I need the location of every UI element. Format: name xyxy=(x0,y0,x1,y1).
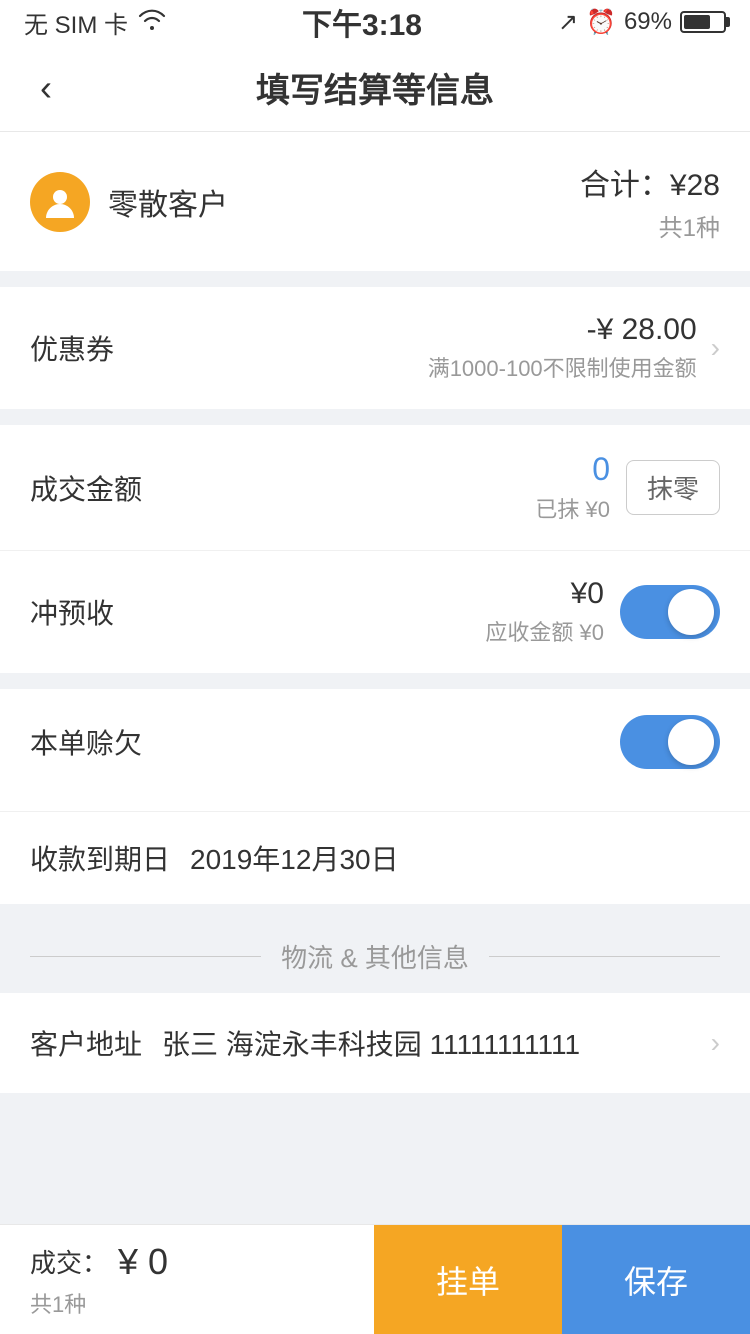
debt-label: 本单赊欠 xyxy=(30,722,142,762)
transaction-label: 成交金额 xyxy=(30,468,142,508)
wifi-icon xyxy=(138,8,166,37)
avatar xyxy=(30,172,90,232)
toggle-knob xyxy=(668,589,714,635)
content: 零散客户 合计：¥28 共1种 优惠券 -¥ 28.00 满1000-100不限… xyxy=(0,132,750,1229)
logistics-header: 物流 & 其他信息 xyxy=(0,920,750,993)
prepayment-values: ¥0 应收金额 ¥0 xyxy=(485,577,604,647)
status-bar: 无 SIM 卡 下午3:18 ↗ ⏰ 69% xyxy=(0,0,750,44)
bottom-info: 成交： ¥ 0 共1种 xyxy=(0,1241,374,1319)
carrier-label: 无 SIM 卡 xyxy=(24,5,128,40)
debt-toggle[interactable] xyxy=(620,715,720,769)
round-zero-button[interactable]: 抹零 xyxy=(626,460,720,515)
coupon-section: 优惠券 -¥ 28.00 满1000-100不限制使用金额 › xyxy=(0,287,750,409)
bottom-transaction-label: 成交： xyxy=(30,1243,108,1280)
alarm-icon: ⏰ xyxy=(586,8,616,37)
back-button[interactable]: ‹ xyxy=(30,57,62,119)
debt-row: 本单赊欠 xyxy=(0,689,750,795)
total-count: 共1种 xyxy=(580,208,720,243)
transaction-row: 成交金额 0 已抹 ¥0 抹零 xyxy=(0,425,750,550)
coupon-right: -¥ 28.00 满1000-100不限制使用金额 › xyxy=(428,313,720,383)
address-value: 张三 海淀永丰科技园 11111111111 xyxy=(162,1023,691,1063)
status-time: 下午3:18 xyxy=(302,0,422,44)
prepayment-receivable: 应收金额 ¥0 xyxy=(485,615,604,647)
nav-bar: ‹ 填写结算等信息 xyxy=(0,44,750,132)
bottom-count: 共1种 xyxy=(30,1287,344,1319)
location-icon: ↗ xyxy=(558,8,578,37)
status-left: 无 SIM 卡 xyxy=(24,5,166,40)
transaction-section: 成交金额 0 已抹 ¥0 抹零 冲预收 ¥0 应收金额 ¥0 xyxy=(0,425,750,673)
status-right: ↗ ⏰ 69% xyxy=(558,8,726,37)
address-row[interactable]: 客户地址 张三 海淀永丰科技园 11111111111 › xyxy=(0,993,750,1093)
hold-button[interactable]: 挂单 xyxy=(374,1225,562,1334)
address-chevron-icon: › xyxy=(711,1027,720,1059)
coupon-label: 优惠券 xyxy=(30,328,114,368)
coupon-row[interactable]: 优惠券 -¥ 28.00 满1000-100不限制使用金额 › xyxy=(0,287,750,409)
coupon-value-block: -¥ 28.00 满1000-100不限制使用金额 xyxy=(428,313,697,383)
battery-icon xyxy=(680,11,726,33)
coupon-chevron-icon: › xyxy=(711,332,720,364)
prepayment-amount: ¥0 xyxy=(485,577,604,611)
page-title: 填写结算等信息 xyxy=(256,63,494,112)
bottom-transaction: 成交： ¥ 0 xyxy=(30,1241,344,1283)
bottom-transaction-value: ¥ 0 xyxy=(118,1241,168,1283)
prepayment-row: 冲预收 ¥0 应收金额 ¥0 xyxy=(0,550,750,673)
due-date-row: 收款到期日 2019年12月30日 xyxy=(0,811,750,904)
coupon-desc: 满1000-100不限制使用金额 xyxy=(428,351,697,383)
logistics-title: 物流 & 其他信息 xyxy=(281,938,469,975)
transaction-value[interactable]: 0 xyxy=(535,451,610,488)
debt-section: 本单赊欠 收款到期日 2019年12月30日 xyxy=(0,689,750,904)
transaction-input-area: 0 已抹 ¥0 抹零 xyxy=(535,451,720,524)
prepayment-toggle[interactable] xyxy=(620,585,720,639)
prepayment-right: ¥0 应收金额 ¥0 xyxy=(485,577,720,647)
battery-percent: 69% xyxy=(624,8,672,36)
address-label: 客户地址 xyxy=(30,1023,142,1063)
customer-summary: 合计：¥28 共1种 xyxy=(580,160,720,243)
due-date-value: 2019年12月30日 xyxy=(190,838,399,878)
already-rounded: 已抹 ¥0 xyxy=(535,492,610,524)
total-amount: 合计：¥28 xyxy=(580,160,720,204)
save-button[interactable]: 保存 xyxy=(562,1225,750,1334)
customer-row: 零散客户 合计：¥28 共1种 xyxy=(0,132,750,271)
customer-info: 零散客户 xyxy=(30,172,228,232)
debt-toggle-knob xyxy=(668,719,714,765)
bottom-bar: 成交： ¥ 0 共1种 挂单 保存 xyxy=(0,1224,750,1334)
prepayment-label: 冲预收 xyxy=(30,592,114,632)
coupon-discount: -¥ 28.00 xyxy=(428,313,697,347)
section-divider xyxy=(0,904,750,920)
due-date-label: 收款到期日 xyxy=(30,838,170,878)
customer-name: 零散客户 xyxy=(108,180,228,224)
